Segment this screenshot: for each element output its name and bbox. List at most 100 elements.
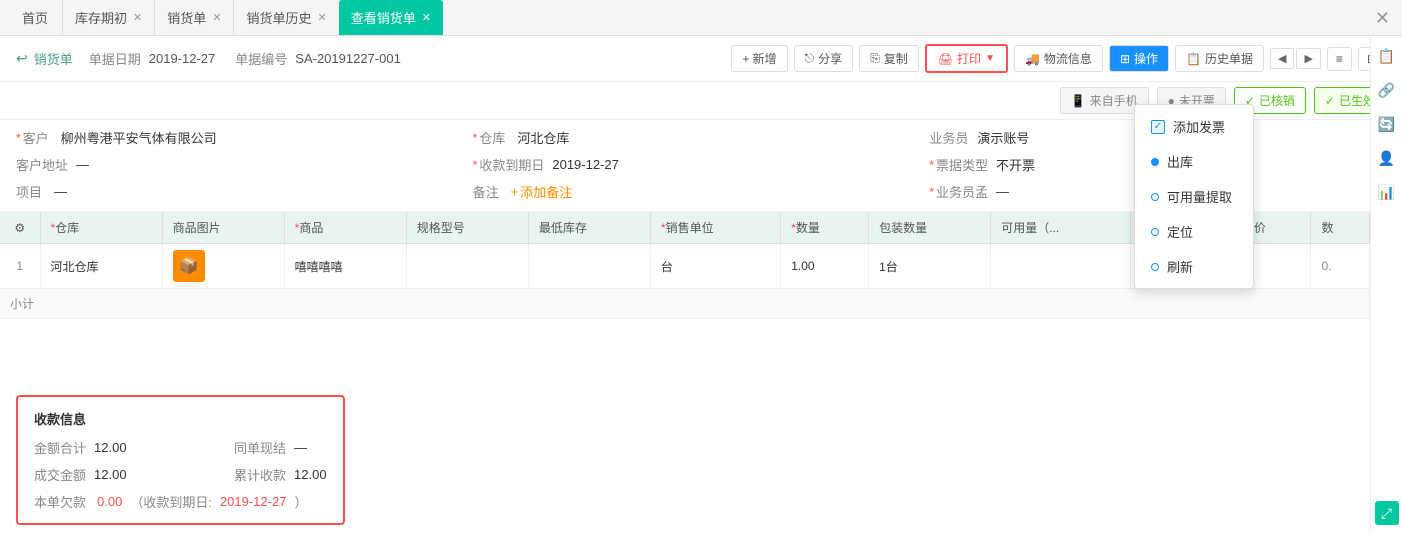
close-tab-inventory[interactable]: ✕ <box>133 11 142 24</box>
refresh-item[interactable]: 刷新 <box>1135 249 1253 284</box>
col-product: *商品 <box>284 212 406 244</box>
tab-inventory[interactable]: 库存期初 ✕ <box>62 0 154 35</box>
customer-value: 柳州粤港平安气体有限公司 <box>61 128 217 147</box>
col-settings[interactable]: ⚙ <box>0 212 40 244</box>
outbound-item[interactable]: 出库 <box>1135 144 1253 179</box>
col-min-stock: 最低库存 <box>528 212 650 244</box>
doc-type-icon: ↩ <box>16 50 28 67</box>
close-tab-sales-history[interactable]: ✕ <box>318 11 327 24</box>
project-field: 项目 — <box>16 182 473 201</box>
address-label: 客户地址 <box>16 155 68 174</box>
salesperson-value: — <box>996 184 1009 199</box>
payment-date-value: 2019-12-27 <box>552 157 619 172</box>
col-pack-qty: 包装数量 <box>869 212 991 244</box>
product-image: 📦 <box>173 250 205 282</box>
staff-label: 业务员 <box>929 128 969 147</box>
sidebar-icon-note[interactable]: 📋 <box>1375 44 1399 68</box>
payment-title: 收款信息 <box>34 409 327 428</box>
locate-item[interactable]: 定位 <box>1135 214 1253 249</box>
sidebar-icon-user[interactable]: 👤 <box>1375 146 1399 170</box>
ticket-type-label: 票据类型 <box>936 155 988 174</box>
col-warehouse: *仓库 <box>40 212 162 244</box>
customer-label: * <box>16 131 21 145</box>
col-spec: 规格型号 <box>406 212 528 244</box>
project-label: 项目 <box>16 182 46 201</box>
share-button[interactable]: ⎋ 分享 <box>794 45 854 72</box>
address-field: 客户地址 — <box>16 155 473 174</box>
address-value: — <box>76 157 89 172</box>
close-tab-view-sales[interactable]: ✕ <box>422 11 431 24</box>
close-tab-sales[interactable]: ✕ <box>212 11 221 24</box>
tab-view-sales[interactable]: 查看销货单 ✕ <box>339 0 443 35</box>
add-invoice-item[interactable]: ✓ 添加发票 <box>1135 109 1253 144</box>
tab-sales-history[interactable]: 销货单历史 ✕ <box>233 0 338 35</box>
current-due-value: 0.00 <box>97 494 122 509</box>
same-order-label: 同单现结 <box>234 438 286 457</box>
transaction-amount-field: 成交金额 12.00 <box>34 465 194 484</box>
staff-value: 演示账号 <box>977 128 1029 147</box>
col-product-img: 商品图片 <box>162 212 284 244</box>
tab-sales[interactable]: 销货单 ✕ <box>154 0 233 35</box>
operations-button[interactable]: ⊞ 操作 <box>1109 45 1169 72</box>
copy-icon: ⎘ <box>870 51 880 66</box>
col-amount: 数 <box>1311 212 1370 244</box>
logistics-icon: 🚚 <box>1025 52 1040 66</box>
share-icon: ⎋ <box>805 51 815 66</box>
number-value: SA-20191227-001 <box>295 51 401 66</box>
tab-home[interactable]: 首页 <box>8 0 62 35</box>
sidebar-icon-expand[interactable]: ⤢ <box>1375 501 1399 525</box>
due-date-label: （收款到期日: <box>130 492 212 511</box>
add-note-icon: + <box>511 184 519 199</box>
doc-type-label: ↩ 销货单 <box>16 49 73 68</box>
logistics-button[interactable]: 🚚 物流信息 <box>1014 45 1103 72</box>
sidebar-icon-chart[interactable]: 📊 <box>1375 180 1399 204</box>
salesperson-label: 业务员孟 <box>936 182 988 201</box>
radio-dot-locate <box>1151 228 1159 236</box>
payment-date-label: 收款到期日 <box>479 155 544 174</box>
sidebar-icon-refresh[interactable]: 🔄 <box>1375 112 1399 136</box>
transaction-amount-label: 成交金额 <box>34 465 86 484</box>
customer-label-text: 客户 <box>23 128 53 147</box>
date-value: 2019-12-27 <box>149 51 216 66</box>
operations-icon: ⊞ <box>1120 52 1130 66</box>
print-dropdown-icon: ▼ <box>985 53 995 64</box>
grid-view-button[interactable]: ≡ <box>1327 47 1352 71</box>
current-due-label: 本单欠款 <box>34 492 89 511</box>
next-button[interactable]: ▶ <box>1296 48 1320 69</box>
print-icon: 🖨 <box>938 52 953 66</box>
add-note-button[interactable]: + 添加备注 <box>511 182 573 201</box>
radio-dot-refresh <box>1151 263 1159 271</box>
col-available: 可用量（... <box>991 212 1131 244</box>
transaction-amount-value: 12.00 <box>94 467 127 482</box>
total-amount-value: 12.00 <box>94 440 127 455</box>
cumulative-receipt-field: 累计收款 12.00 <box>234 465 327 484</box>
radio-dot-available <box>1151 193 1159 201</box>
total-amount-label: 金额合计 <box>34 438 86 457</box>
copy-button[interactable]: ⎘ 复制 <box>859 45 919 72</box>
nav-arrows: ◀ ▶ <box>1270 48 1321 69</box>
ticket-type-value: 不开票 <box>996 155 1035 174</box>
prev-button[interactable]: ◀ <box>1270 48 1294 69</box>
new-button[interactable]: + 新增 <box>731 45 787 72</box>
col-sales-unit: *销售单位 <box>650 212 780 244</box>
right-sidebar: 📋 🔗 🔄 👤 📊 ⤢ <box>1370 36 1402 533</box>
cumulative-receipt-value: 12.00 <box>294 467 327 482</box>
sidebar-icon-link[interactable]: 🔗 <box>1375 78 1399 102</box>
print-button[interactable]: 🖨 打印 ▼ <box>928 47 1005 70</box>
warehouse-label: 仓库 <box>479 128 509 147</box>
effective-icon: ✓ <box>1325 94 1335 108</box>
window-close-button[interactable]: ✕ <box>1375 8 1390 29</box>
note-field: 备注 + 添加备注 <box>473 182 930 201</box>
same-order-value: — <box>294 440 307 455</box>
warehouse-value: 河北仓库 <box>517 128 569 147</box>
warehouse-field: * 仓库 河北仓库 <box>473 128 930 147</box>
number-label: 单据编号 <box>235 49 287 68</box>
history-button[interactable]: 📋 历史单据 <box>1175 45 1264 72</box>
total-amount-field: 金额合计 12.00 <box>34 438 194 457</box>
operations-dropdown: ✓ 添加发票 出库 可用量提取 定位 刷新 <box>1134 104 1254 289</box>
subtotal-row: 小计 <box>0 289 1370 319</box>
note-label: 备注 <box>473 182 503 201</box>
available-qty-item[interactable]: 可用量提取 <box>1135 179 1253 214</box>
due-date-value: 2019-12-27 <box>220 494 287 509</box>
cumulative-receipt-label: 累计收款 <box>234 465 286 484</box>
